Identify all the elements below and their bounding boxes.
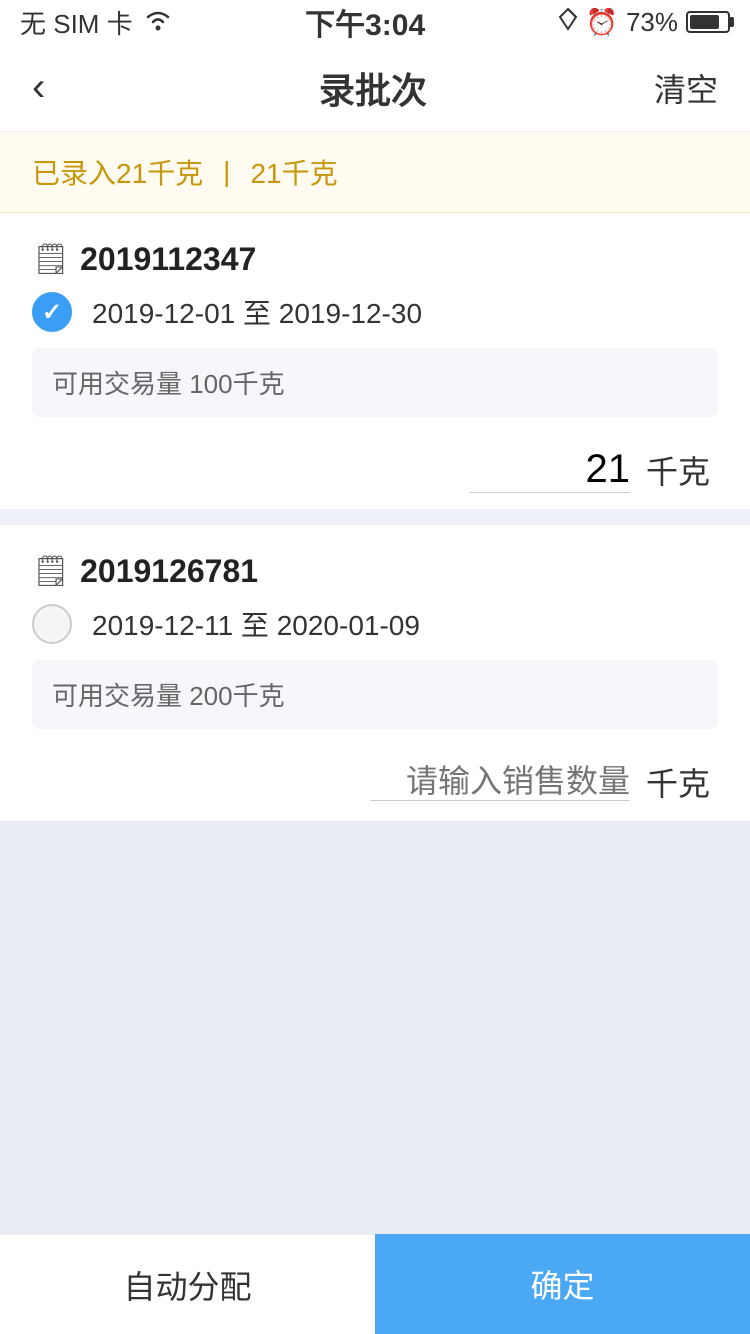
batch-1-amount-row: 千克 <box>0 431 750 509</box>
summary-entered-label: 已录入21千克 <box>32 152 203 192</box>
confirm-button[interactable]: 确定 <box>375 1234 750 1334</box>
batch-2-unit: 千克 <box>646 759 710 805</box>
batch-1-radio[interactable] <box>32 292 72 332</box>
batch-id-icon-2: 🗒 <box>32 554 70 589</box>
batch-id-2: 2019126781 <box>80 553 258 590</box>
section-divider <box>0 509 750 525</box>
wifi-icon <box>143 7 173 38</box>
status-right: ⏰ 73% <box>558 7 730 38</box>
battery-icon <box>686 11 730 33</box>
batch-1-date: 2019-12-01 至 2019-12-30 <box>92 292 422 332</box>
batch-2-qty-input[interactable] <box>370 763 630 801</box>
summary-bar: 已录入21千克 | 21千克 <box>0 132 750 213</box>
status-bar: 无 SIM 卡 下午3:04 ⏰ 73% <box>0 0 750 44</box>
status-time: 下午3:04 <box>305 0 425 44</box>
back-button[interactable]: ‹ <box>32 65 92 110</box>
summary-value: 21千克 <box>250 152 337 192</box>
no-sim-label: 无 SIM 卡 <box>20 4 133 41</box>
alarm-icon: ⏰ <box>586 7 618 38</box>
batch-id-icon-1: 🗒 <box>32 242 70 277</box>
batch-2-header: 🗒 2019126781 <box>0 525 750 600</box>
battery-percent: 73% <box>626 7 678 38</box>
batch-2-radio[interactable] <box>32 604 72 644</box>
batch-2-date: 2019-12-11 至 2020-01-09 <box>92 604 420 644</box>
summary-divider: | <box>223 156 230 188</box>
location-icon <box>558 7 578 38</box>
batch-2-input-row: 千克 <box>0 743 750 821</box>
auto-distribute-button[interactable]: 自动分配 <box>0 1234 375 1334</box>
page-title: 录批次 <box>319 62 427 114</box>
batch-1-unit: 千克 <box>646 447 710 493</box>
batch-2-date-row: 2019-12-11 至 2020-01-09 <box>0 600 750 654</box>
batch-2-available: 可用交易量 200千克 <box>32 660 718 729</box>
bottom-bar: 自动分配 确定 <box>0 1234 750 1334</box>
batch-id-1: 2019112347 <box>80 241 256 278</box>
gray-area <box>0 821 750 1241</box>
nav-bar: ‹ 录批次 清空 <box>0 44 750 132</box>
batch-1-header: 🗒 2019112347 <box>0 213 750 288</box>
clear-button[interactable]: 清空 <box>654 65 718 111</box>
status-left: 无 SIM 卡 <box>20 4 173 41</box>
batch-1-available: 可用交易量 100千克 <box>32 348 718 417</box>
batch-card-2: 🗒 2019126781 2019-12-11 至 2020-01-09 可用交… <box>0 525 750 821</box>
batch-1-date-row: 2019-12-01 至 2019-12-30 <box>0 288 750 342</box>
batch-card-1: 🗒 2019112347 2019-12-01 至 2019-12-30 可用交… <box>0 213 750 509</box>
batch-1-amount-input[interactable] <box>470 447 630 493</box>
